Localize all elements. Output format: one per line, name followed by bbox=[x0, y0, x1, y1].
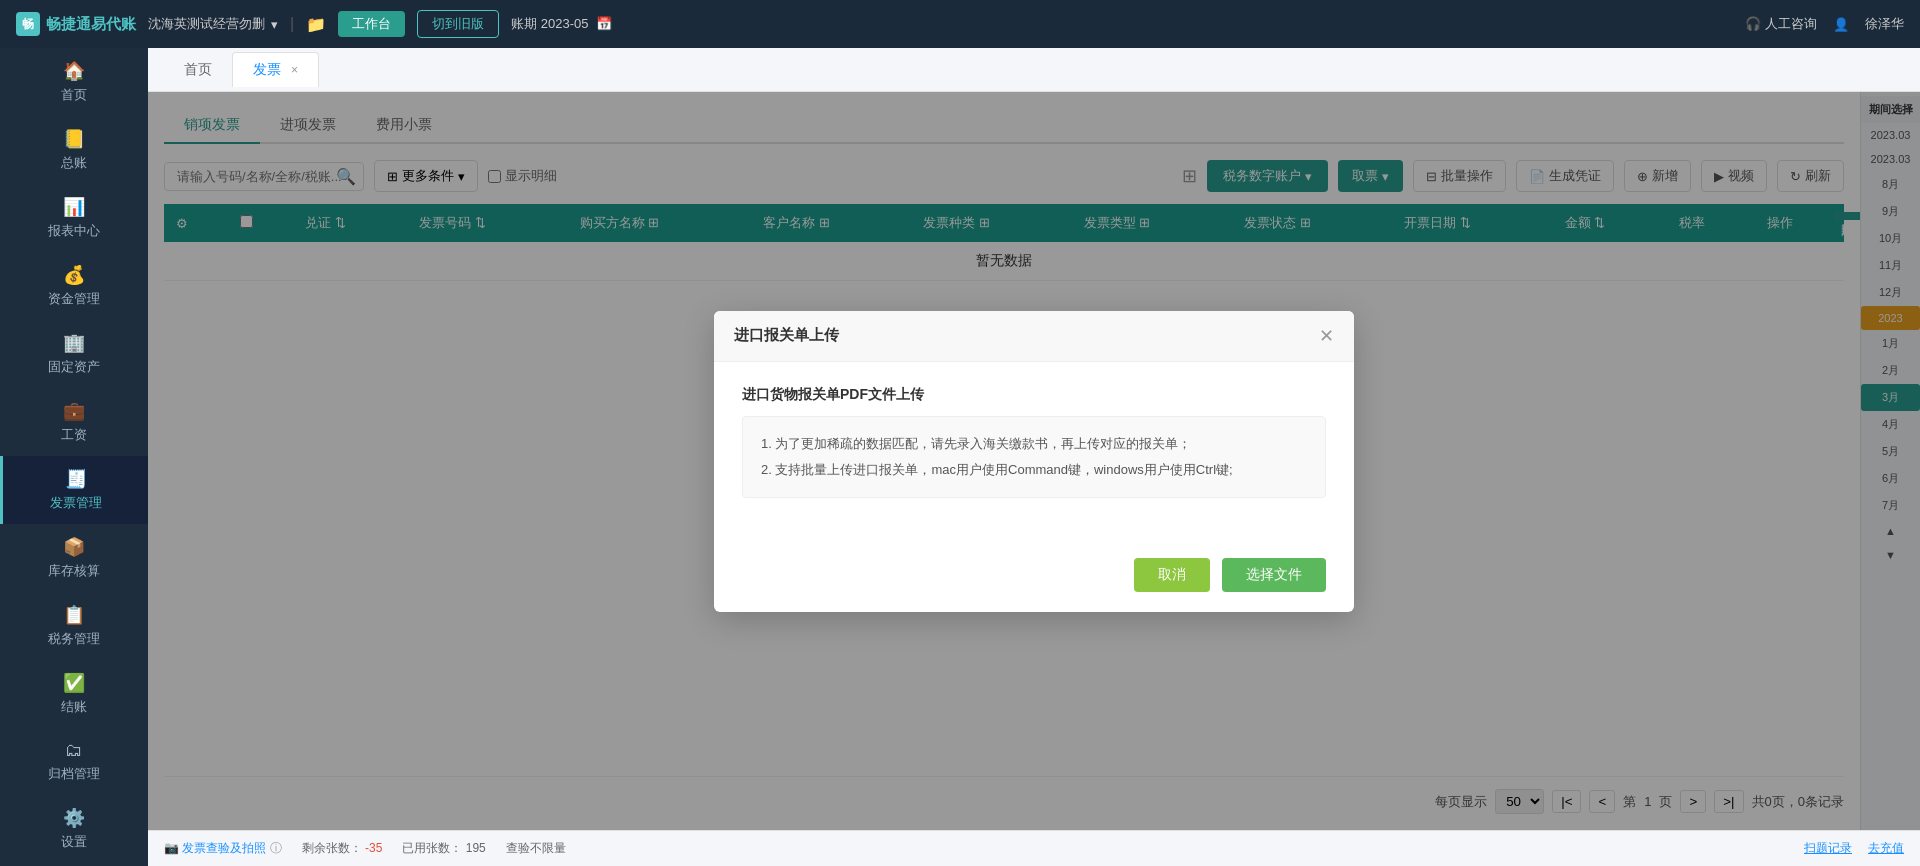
tab-bar: 首页 发票 × bbox=[148, 48, 1920, 92]
reports-icon: 📊 bbox=[63, 196, 85, 218]
modal-info-box: 1. 为了更加稀疏的数据匹配，请先录入海关缴款书，再上传对应的报关单； 2. 支… bbox=[742, 416, 1326, 498]
tab-invoice[interactable]: 发票 × bbox=[232, 52, 319, 87]
user-name: 徐泽华 bbox=[1865, 15, 1904, 33]
sidebar: 🏠 首页 📒 总账 📊 报表中心 💰 资金管理 🏢 固定资产 💼 工资 🧾 发票… bbox=[0, 48, 148, 866]
modal-overlay: 进口报关单上传 ✕ 进口货物报关单PDF文件上传 1. 为了更加稀疏的数据匹配，… bbox=[148, 92, 1920, 830]
modal-instruction-2: 2. 支持批量上传进口报关单，mac用户使用Command键，windows用户… bbox=[761, 457, 1307, 483]
modal-section-title: 进口货物报关单PDF文件上传 bbox=[742, 386, 1326, 404]
assets-icon: 🏢 bbox=[63, 332, 85, 354]
sidebar-item-settings[interactable]: ⚙️ 设置 bbox=[0, 795, 148, 863]
salary-icon: 💼 bbox=[63, 400, 85, 422]
status-bar: 📷 发票查验及拍照 ⓘ 剩余张数： -35 已用张数： 195 查验不限量 扫题… bbox=[148, 830, 1920, 866]
app-logo: 畅 畅捷通易代账 bbox=[16, 12, 136, 36]
inventory-icon: 📦 bbox=[63, 536, 85, 558]
period-label: 账期 2023-05 📅 bbox=[511, 15, 612, 33]
import-modal: 进口报关单上传 ✕ 进口货物报关单PDF文件上传 1. 为了更加稀疏的数据匹配，… bbox=[714, 311, 1354, 612]
recharge-link[interactable]: 去充值 bbox=[1868, 840, 1904, 857]
sidebar-item-home[interactable]: 🏠 首页 bbox=[0, 48, 148, 116]
camera-icon: 📷 bbox=[164, 841, 179, 855]
sidebar-item-reports[interactable]: 📊 报表中心 bbox=[0, 184, 148, 252]
workspace-button[interactable]: 工作台 bbox=[338, 11, 405, 37]
modal-instruction-1: 1. 为了更加稀疏的数据匹配，请先录入海关缴款书，再上传对应的报关单； bbox=[761, 431, 1307, 457]
modal-close-button[interactable]: ✕ bbox=[1319, 325, 1334, 347]
modal-title: 进口报关单上传 bbox=[734, 326, 839, 345]
invoice-check-label[interactable]: 📷 发票查验及拍照 ⓘ bbox=[164, 840, 282, 857]
chevron-down-icon: ▾ bbox=[271, 17, 278, 32]
sidebar-item-invoice[interactable]: 🧾 发票管理 bbox=[0, 456, 148, 524]
sidebar-item-finance[interactable]: 💰 资金管理 bbox=[0, 252, 148, 320]
settings-icon: ⚙️ bbox=[63, 807, 85, 829]
modal-body: 进口货物报关单PDF文件上传 1. 为了更加稀疏的数据匹配，请先录入海关缴款书，… bbox=[714, 362, 1354, 542]
calendar-icon[interactable]: 📅 bbox=[596, 16, 612, 31]
invoice-icon: 🧾 bbox=[65, 468, 87, 490]
remaining-count: 剩余张数： -35 bbox=[302, 840, 383, 857]
headset-icon: 🎧 bbox=[1745, 16, 1761, 31]
sidebar-item-checkout[interactable]: ✅ 结账 bbox=[0, 660, 148, 728]
logo-icon: 畅 bbox=[16, 12, 40, 36]
modal-cancel-button[interactable]: 取消 bbox=[1134, 558, 1210, 592]
sidebar-item-salary[interactable]: 💼 工资 bbox=[0, 388, 148, 456]
switch-old-button[interactable]: 切到旧版 bbox=[417, 10, 499, 38]
tax-icon: 📋 bbox=[63, 604, 85, 626]
checkout-icon: ✅ bbox=[63, 672, 85, 694]
finance-icon: 💰 bbox=[63, 264, 85, 286]
main-layout: 🏠 首页 📒 总账 📊 报表中心 💰 资金管理 🏢 固定资产 💼 工资 🧾 发票… bbox=[0, 48, 1920, 866]
status-bar-right: 扫题记录 去充值 bbox=[1804, 840, 1904, 857]
sidebar-item-tax[interactable]: 📋 税务管理 bbox=[0, 592, 148, 660]
support-link[interactable]: 🎧 人工咨询 bbox=[1745, 15, 1817, 33]
info-icon: ⓘ bbox=[270, 841, 282, 855]
ledger-icon: 📒 bbox=[63, 128, 85, 150]
tab-home[interactable]: 首页 bbox=[164, 53, 232, 87]
sidebar-item-archive[interactable]: 🗂 归档管理 bbox=[0, 728, 148, 795]
home-icon: 🏠 bbox=[63, 60, 85, 82]
archive-icon: 🗂 bbox=[65, 740, 83, 761]
check-unlimited: 查验不限量 bbox=[506, 840, 566, 857]
sidebar-item-assets[interactable]: 🏢 固定资产 bbox=[0, 320, 148, 388]
archive-icon: 📁 bbox=[306, 15, 326, 34]
sidebar-item-ledger[interactable]: 📒 总账 bbox=[0, 116, 148, 184]
top-bar: 畅 畅捷通易代账 沈海英测试经营勿删 ▾ | 📁 工作台 切到旧版 账期 202… bbox=[0, 0, 1920, 48]
user-avatar: 👤 bbox=[1833, 17, 1849, 32]
modal-header: 进口报关单上传 ✕ bbox=[714, 311, 1354, 362]
top-bar-right: 🎧 人工咨询 👤 徐泽华 bbox=[1745, 15, 1904, 33]
company-selector[interactable]: 沈海英测试经营勿删 ▾ bbox=[148, 15, 278, 33]
modal-footer: 取消 选择文件 bbox=[714, 542, 1354, 612]
used-count: 已用张数： 195 bbox=[402, 840, 485, 857]
tab-close-invoice[interactable]: × bbox=[291, 63, 298, 77]
sidebar-item-inventory[interactable]: 📦 库存核算 bbox=[0, 524, 148, 592]
modal-select-file-button[interactable]: 选择文件 bbox=[1222, 558, 1326, 592]
scan-records-link[interactable]: 扫题记录 bbox=[1804, 840, 1852, 857]
